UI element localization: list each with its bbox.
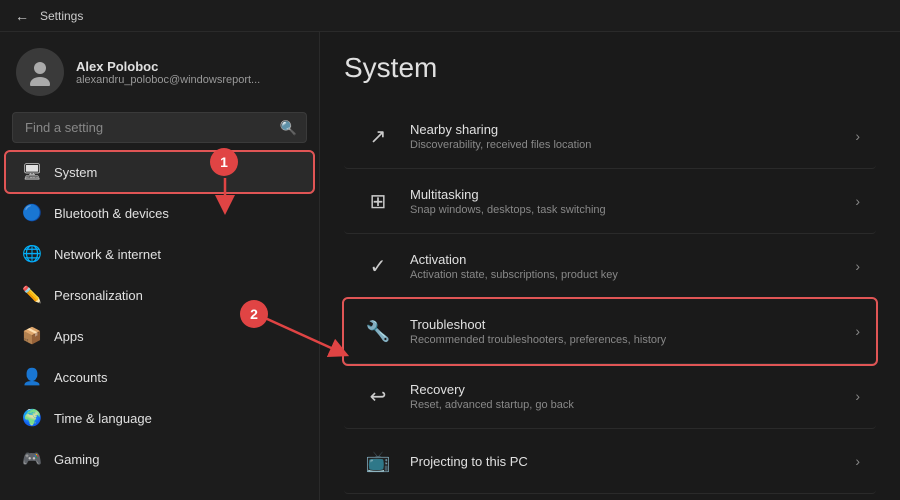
apps-icon: 📦	[22, 326, 42, 346]
network-label: Network & internet	[54, 247, 161, 262]
multitasking-desc: Snap windows, desktops, task switching	[410, 204, 855, 216]
setting-row-multitasking[interactable]: ⊞ Multitasking Snap windows, desktops, t…	[344, 169, 876, 234]
system-label: System	[54, 165, 97, 180]
personalization-label: Personalization	[54, 288, 143, 303]
bluetooth-label: Bluetooth & devices	[54, 206, 169, 221]
multitasking-title: Multitasking	[410, 187, 855, 202]
system-icon: 🖥	[22, 162, 42, 182]
search-icon: 🔍	[280, 119, 297, 136]
troubleshoot-title: Troubleshoot	[410, 317, 855, 332]
setting-row-recovery[interactable]: ↩ Recovery Reset, advanced startup, go b…	[344, 364, 876, 429]
network-icon: 🌐	[22, 244, 42, 264]
nearby-sharing-title: Nearby sharing	[410, 122, 855, 137]
troubleshoot-chevron: ›	[855, 323, 860, 339]
projecting-text: Projecting to this PC	[410, 454, 855, 469]
gaming-label: Gaming	[54, 452, 100, 467]
recovery-title: Recovery	[410, 382, 855, 397]
search-input[interactable]	[12, 112, 307, 143]
content-area: System ↗ Nearby sharing Discoverability,…	[320, 32, 900, 500]
setting-row-activation[interactable]: ✓ Activation Activation state, subscript…	[344, 234, 876, 299]
activation-desc: Activation state, subscriptions, product…	[410, 269, 855, 281]
troubleshoot-desc: Recommended troubleshooters, preferences…	[410, 334, 855, 346]
sidebar-item-time[interactable]: 🌍 Time & language	[6, 398, 313, 438]
troubleshoot-text: Troubleshoot Recommended troubleshooters…	[410, 317, 855, 346]
sidebar-item-apps[interactable]: 📦 Apps	[6, 316, 313, 356]
projecting-title: Projecting to this PC	[410, 454, 855, 469]
page-title: System	[344, 52, 876, 84]
main-layout: Alex Poloboc alexandru_poloboc@windowsre…	[0, 32, 900, 500]
sidebar-item-bluetooth[interactable]: 🔵 Bluetooth & devices	[6, 193, 313, 233]
bluetooth-icon: 🔵	[22, 203, 42, 223]
setting-row-troubleshoot[interactable]: 🔧 Troubleshoot Recommended troubleshoote…	[344, 299, 876, 364]
titlebar: ← Settings	[0, 0, 900, 32]
time-icon: 🌍	[22, 408, 42, 428]
settings-list: ↗ Nearby sharing Discoverability, receiv…	[344, 104, 876, 494]
setting-row-nearby-sharing[interactable]: ↗ Nearby sharing Discoverability, receiv…	[344, 104, 876, 169]
personalization-icon: ✏️	[22, 285, 42, 305]
nearby-sharing-chevron: ›	[855, 128, 860, 144]
recovery-desc: Reset, advanced startup, go back	[410, 399, 855, 411]
sidebar-item-system[interactable]: 🖥 System	[6, 152, 313, 192]
sidebar-item-gaming[interactable]: 🎮 Gaming	[6, 439, 313, 479]
activation-chevron: ›	[855, 258, 860, 274]
back-button[interactable]: ←	[12, 6, 32, 26]
nearby-sharing-desc: Discoverability, received files location	[410, 139, 855, 151]
nav-list: 🖥 System 🔵 Bluetooth & devices 🌐 Network…	[0, 151, 319, 480]
recovery-text: Recovery Reset, advanced startup, go bac…	[410, 382, 855, 411]
recovery-icon: ↩	[360, 378, 396, 414]
multitasking-chevron: ›	[855, 193, 860, 209]
annotation-circle-1: 1	[210, 148, 238, 176]
user-name: Alex Poloboc	[76, 59, 260, 74]
avatar	[16, 48, 64, 96]
search-box: 🔍	[12, 112, 307, 143]
projecting-chevron: ›	[855, 453, 860, 469]
accounts-icon: 👤	[22, 367, 42, 387]
projecting-icon: 📺	[360, 443, 396, 479]
user-info: Alex Poloboc alexandru_poloboc@windowsre…	[76, 59, 260, 86]
sidebar: Alex Poloboc alexandru_poloboc@windowsre…	[0, 32, 320, 500]
accounts-label: Accounts	[54, 370, 107, 385]
activation-text: Activation Activation state, subscriptio…	[410, 252, 855, 281]
sidebar-item-accounts[interactable]: 👤 Accounts	[6, 357, 313, 397]
user-email: alexandru_poloboc@windowsreport...	[76, 74, 260, 86]
multitasking-icon: ⊞	[360, 183, 396, 219]
user-profile[interactable]: Alex Poloboc alexandru_poloboc@windowsre…	[0, 32, 319, 108]
activation-icon: ✓	[360, 248, 396, 284]
recovery-chevron: ›	[855, 388, 860, 404]
nearby-sharing-icon: ↗	[360, 118, 396, 154]
multitasking-text: Multitasking Snap windows, desktops, tas…	[410, 187, 855, 216]
gaming-icon: 🎮	[22, 449, 42, 469]
time-label: Time & language	[54, 411, 152, 426]
nearby-sharing-text: Nearby sharing Discoverability, received…	[410, 122, 855, 151]
troubleshoot-icon: 🔧	[360, 313, 396, 349]
setting-row-projecting[interactable]: 📺 Projecting to this PC ›	[344, 429, 876, 494]
sidebar-item-network[interactable]: 🌐 Network & internet	[6, 234, 313, 274]
titlebar-title: Settings	[40, 9, 83, 23]
activation-title: Activation	[410, 252, 855, 267]
apps-label: Apps	[54, 329, 84, 344]
annotation-circle-2: 2	[240, 300, 268, 328]
